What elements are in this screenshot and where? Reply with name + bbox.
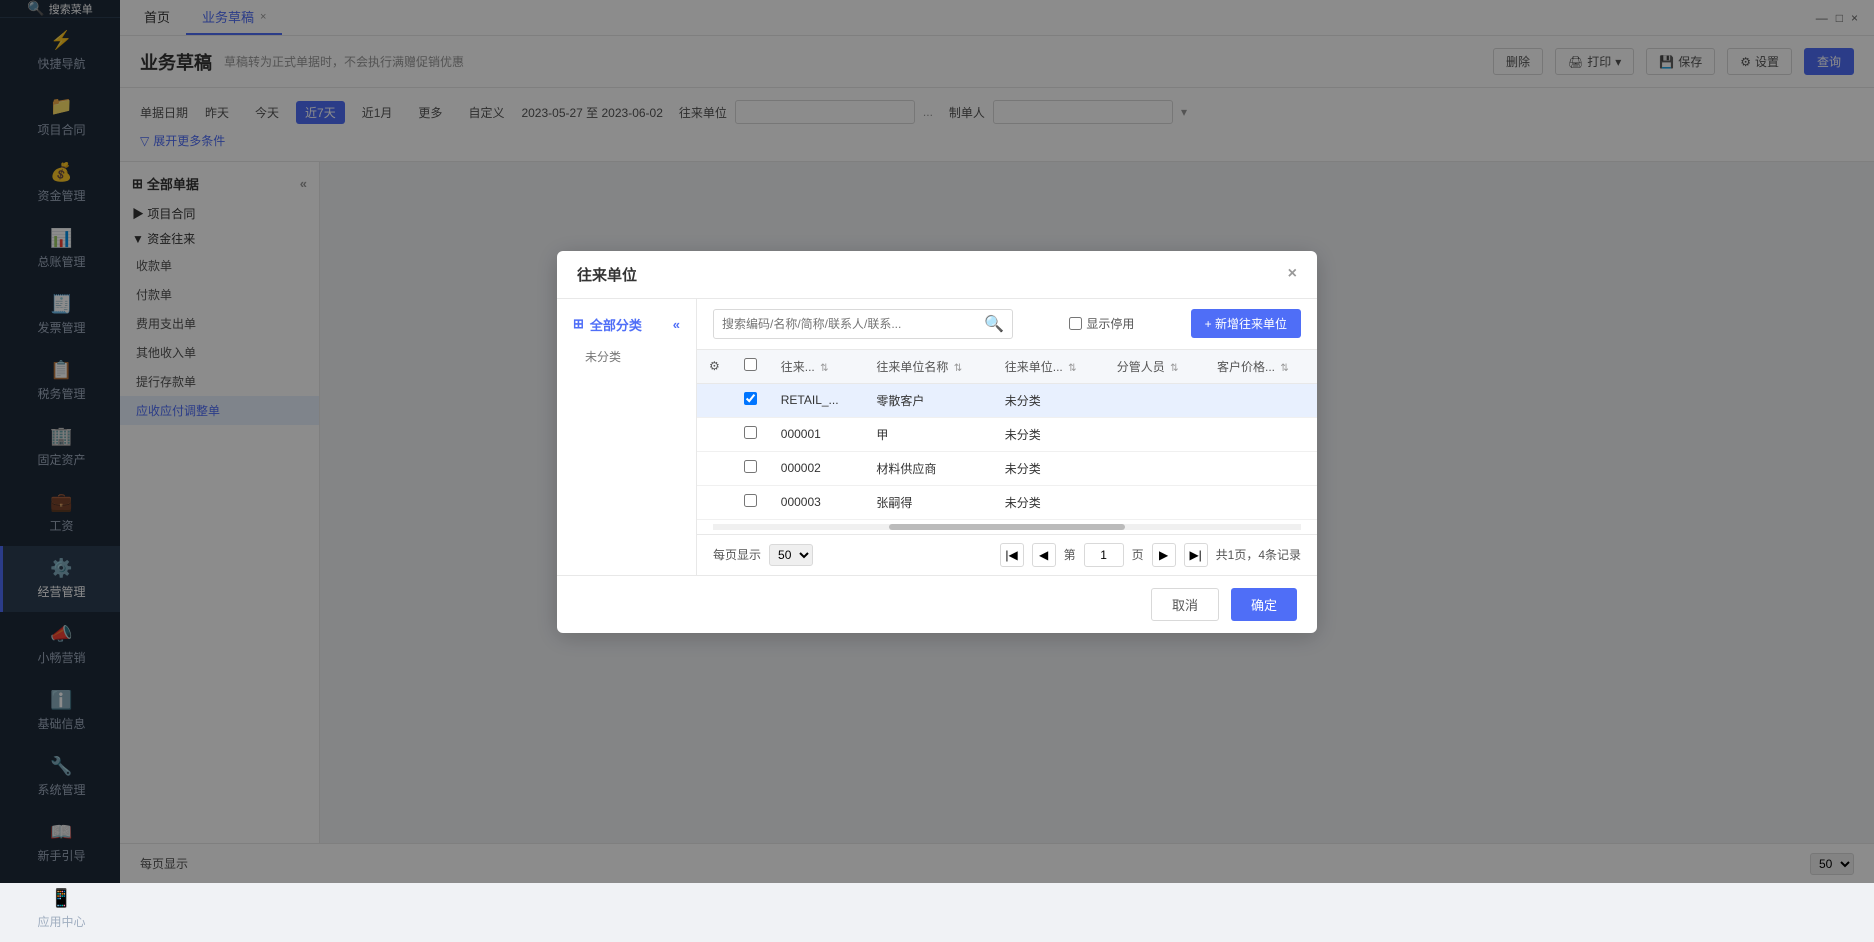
app-center-icon: 📱	[50, 888, 72, 909]
confirm-button[interactable]: 确定	[1231, 588, 1297, 621]
horizontal-scrollbar[interactable]	[713, 524, 1301, 530]
row-checkbox-2[interactable]	[732, 417, 769, 451]
row-manager-4	[1105, 485, 1205, 519]
modal-close-button[interactable]: ×	[1288, 265, 1297, 283]
modal-toolbar: 🔍 显示停用 + 新增往来单位	[697, 299, 1317, 350]
row-category-1: 未分类	[993, 383, 1105, 417]
row-name-1: 零散客户	[864, 383, 992, 417]
page-suffix: 页	[1132, 546, 1144, 563]
pagination: |◀ ◀ 第 页 ▶ ▶| 共1页，4条记录	[1000, 543, 1301, 567]
page-prefix: 第	[1064, 546, 1076, 563]
th-checkbox	[732, 350, 769, 384]
table-header-row: ⚙ 往来... ⇅ 往来单位名称 ⇅	[697, 350, 1317, 384]
th-price[interactable]: 客户价格... ⇅	[1205, 350, 1317, 384]
show-disabled-checkbox[interactable]	[1069, 317, 1082, 330]
prev-page-btn[interactable]: ◀	[1032, 543, 1056, 567]
search-input[interactable]	[722, 317, 978, 331]
row-price-4	[1205, 485, 1317, 519]
row-name-3: 材料供应商	[864, 451, 992, 485]
row-name-4: 张嗣得	[864, 485, 992, 519]
modal-table: ⚙ 往来... ⇅ 往来单位名称 ⇅	[697, 350, 1317, 520]
row-gear	[697, 383, 732, 417]
show-disabled-label[interactable]: 显示停用	[1069, 315, 1134, 332]
next-page-btn[interactable]: ▶	[1152, 543, 1176, 567]
modal-actions: 取消 确定	[557, 575, 1317, 633]
modal-table-wrap: ⚙ 往来... ⇅ 往来单位名称 ⇅	[697, 350, 1317, 534]
per-page-select[interactable]: 50	[769, 544, 813, 566]
modal-dialog: 往来单位 × ⊞ 全部分类 « 未分类	[557, 251, 1317, 633]
modal-overlay: 往来单位 × ⊞ 全部分类 « 未分类	[0, 0, 1874, 883]
th-manager-sort-icon: ⇅	[1170, 363, 1178, 374]
th-manager[interactable]: 分管人员 ⇅	[1105, 350, 1205, 384]
first-page-btn[interactable]: |◀	[1000, 543, 1024, 567]
th-code[interactable]: 往来... ⇅	[769, 350, 865, 384]
th-category-sort-icon: ⇅	[1068, 363, 1076, 374]
modal-header: 往来单位 ×	[557, 251, 1317, 299]
scrollbar-thumb[interactable]	[889, 524, 1124, 530]
row-category-2: 未分类	[993, 417, 1105, 451]
row-manager-1	[1105, 383, 1205, 417]
select-all-checkbox[interactable]	[744, 358, 757, 371]
row-code-3: 000002	[769, 451, 865, 485]
th-gear: ⚙	[697, 350, 732, 384]
page-number-input[interactable]	[1084, 543, 1124, 567]
row-checkbox-4[interactable]	[732, 485, 769, 519]
th-name-label: 往来单位名称	[876, 360, 948, 374]
row-code-1: RETAIL_...	[769, 383, 865, 417]
total-records: 共1页，4条记录	[1216, 546, 1301, 563]
modal-sidebar-unclassified[interactable]: 未分类	[557, 342, 696, 371]
th-category-label: 往来单位...	[1005, 360, 1063, 374]
row-checkbox-1[interactable]	[732, 383, 769, 417]
modal-footer-bar: 每页显示 50 |◀ ◀ 第 页 ▶ ▶| 共1页，4条记录	[697, 534, 1317, 575]
modal-sidebar-all-label: 全部分类	[590, 315, 642, 334]
th-manager-label: 分管人员	[1117, 360, 1165, 374]
th-name[interactable]: 往来单位名称 ⇅	[864, 350, 992, 384]
modal-body: ⊞ 全部分类 « 未分类 🔍 显示停用	[557, 299, 1317, 575]
row-manager-3	[1105, 451, 1205, 485]
modal-sidebar-unclassified-label: 未分类	[585, 350, 621, 364]
row-name-2: 甲	[864, 417, 992, 451]
row-category-4: 未分类	[993, 485, 1105, 519]
th-category[interactable]: 往来单位... ⇅	[993, 350, 1105, 384]
new-partner-button[interactable]: + 新增往来单位	[1191, 309, 1301, 338]
th-code-label: 往来...	[781, 360, 815, 374]
row-price-2	[1205, 417, 1317, 451]
row-gear	[697, 485, 732, 519]
grid-icon: ⊞	[573, 316, 584, 332]
per-page-label: 每页显示	[713, 546, 761, 563]
row-manager-2	[1105, 417, 1205, 451]
row-checkbox-3[interactable]	[732, 451, 769, 485]
sidebar-item-label: 应用中心	[37, 913, 85, 930]
table-row[interactable]: RETAIL_... 零散客户 未分类	[697, 383, 1317, 417]
cancel-button[interactable]: 取消	[1151, 588, 1219, 621]
last-page-btn[interactable]: ▶|	[1184, 543, 1208, 567]
modal-title: 往来单位	[577, 264, 637, 285]
table-body: RETAIL_... 零散客户 未分类 000001 甲	[697, 383, 1317, 519]
th-price-sort-icon: ⇅	[1280, 363, 1288, 374]
table-row[interactable]: 000001 甲 未分类	[697, 417, 1317, 451]
th-code-sort-icon: ⇅	[820, 363, 828, 374]
search-icon: 🔍	[984, 314, 1004, 334]
th-name-sort-icon: ⇅	[954, 363, 962, 374]
row-gear	[697, 417, 732, 451]
table-row[interactable]: 000002 材料供应商 未分类	[697, 451, 1317, 485]
row-code-4: 000003	[769, 485, 865, 519]
row-price-1	[1205, 383, 1317, 417]
row-category-3: 未分类	[993, 451, 1105, 485]
table-row[interactable]: 000003 张嗣得 未分类	[697, 485, 1317, 519]
search-box: 🔍	[713, 309, 1013, 339]
row-price-3	[1205, 451, 1317, 485]
modal-main: 🔍 显示停用 + 新增往来单位 ⚙	[697, 299, 1317, 575]
modal-sidebar-all[interactable]: ⊞ 全部分类 «	[557, 307, 696, 342]
per-page-area: 每页显示 50	[713, 544, 813, 566]
modal-sidebar: ⊞ 全部分类 « 未分类	[557, 299, 697, 575]
row-code-2: 000001	[769, 417, 865, 451]
th-price-label: 客户价格...	[1217, 360, 1275, 374]
sidebar-item-app-center[interactable]: 📱 应用中心	[0, 876, 120, 942]
row-gear	[697, 451, 732, 485]
modal-sidebar-collapse-icon[interactable]: «	[673, 317, 680, 332]
show-disabled-text: 显示停用	[1086, 315, 1134, 332]
